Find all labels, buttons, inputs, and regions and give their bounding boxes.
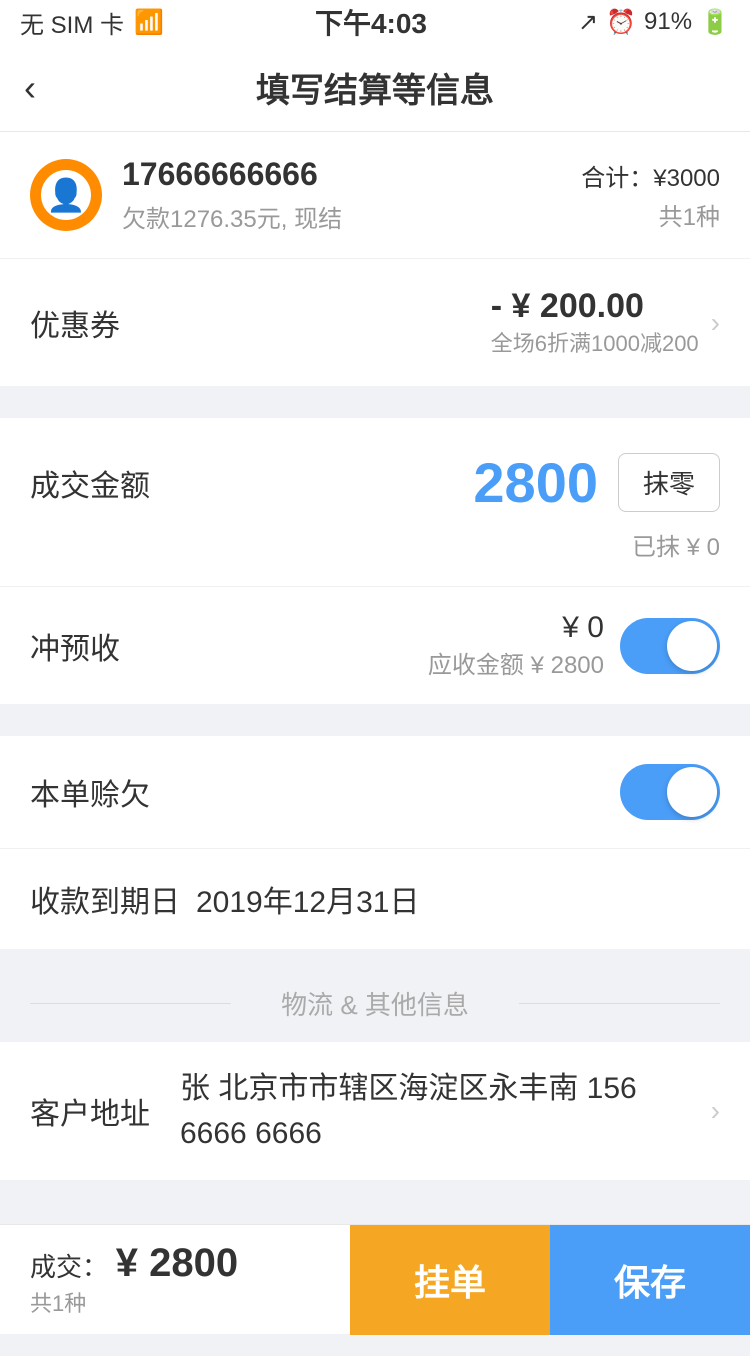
nav-bar: ‹ 填写结算等信息 <box>0 44 750 132</box>
prepay-row: 冲预收 ¥ 0 应收金额 ¥ 2800 <box>30 611 720 680</box>
prepay-value-area: ¥ 0 应收金额 ¥ 2800 <box>428 611 604 680</box>
logistics-divider: 物流 & 其他信息 <box>0 965 750 1042</box>
debt-toggle[interactable] <box>620 764 720 820</box>
bottom-summary-count: 共1种 <box>30 1286 320 1318</box>
logistics-line-left <box>30 1003 231 1004</box>
status-time: 下午4:03 <box>315 2 427 42</box>
duedate-label: 收款到期日 <box>30 877 180 921</box>
prepay-label: 冲预收 <box>30 624 120 668</box>
customer-debt: 欠款1276.35元, 现结 <box>122 199 342 234</box>
debt-section: 本单赊欠 <box>0 736 750 848</box>
debt-label: 本单赊欠 <box>30 770 150 814</box>
address-row[interactable]: 客户地址 张 北京市市辖区海淀区永丰南 156 6666 6666 › <box>0 1042 750 1180</box>
amount-value: 2800 <box>473 450 598 515</box>
content-area: 17666666666 欠款1276.35元, 现结 合计：¥3000 共1种 … <box>0 132 750 1356</box>
amount-section: 成交金额 2800 抹零 已抹 ¥ 0 <box>0 418 750 586</box>
debt-card: 本单赊欠 收款到期日 2019年12月31日 <box>0 736 750 949</box>
alarm-icon: ⏰ <box>606 8 636 37</box>
page-title: 填写结算等信息 <box>256 63 494 112</box>
prepay-right: ¥ 0 应收金额 ¥ 2800 <box>428 611 720 680</box>
amount-erased-label: 已抹 ¥ 0 <box>632 534 720 561</box>
round-button[interactable]: 抹零 <box>618 453 720 512</box>
prepay-toggle[interactable] <box>620 618 720 674</box>
amount-card: 成交金额 2800 抹零 已抹 ¥ 0 冲预收 ¥ 0 应收金额 ¥ 2800 <box>0 418 750 704</box>
coupon-desc: 全场6折满1000减200 <box>491 326 699 358</box>
bottom-summary-title: 成交： <box>30 1252 108 1282</box>
coupon-label: 优惠券 <box>30 301 120 345</box>
toggle-knob <box>667 621 717 671</box>
logistics-line-right <box>519 1003 720 1004</box>
customer-right: 合计：¥3000 共1种 <box>581 158 720 232</box>
total-count: 共1种 <box>581 197 720 232</box>
battery-label: 91% <box>644 8 692 36</box>
amount-label: 成交金额 <box>30 461 150 505</box>
wifi-icon: 📶 <box>134 8 164 37</box>
customer-phone: 17666666666 <box>122 156 342 193</box>
prepay-receivable: 应收金额 ¥ 2800 <box>428 645 604 680</box>
back-button[interactable]: ‹ <box>24 67 36 109</box>
address-chevron-icon: › <box>711 1095 720 1127</box>
address-value: 张 北京市市辖区海淀区永丰南 156 6666 6666 <box>180 1066 699 1156</box>
customer-row: 17666666666 欠款1276.35元, 现结 合计：¥3000 共1种 <box>0 132 750 258</box>
save-button[interactable]: 保存 <box>550 1225 750 1335</box>
coupon-chevron-icon: › <box>711 307 720 339</box>
bottom-bar: 成交： ¥ 2800 共1种 挂单 保存 <box>0 1224 750 1334</box>
bottom-summary-amount: ¥ 2800 <box>116 1241 238 1285</box>
address-card: 客户地址 张 北京市市辖区海淀区永丰南 156 6666 6666 › <box>0 1042 750 1180</box>
section-divider-2 <box>0 720 750 736</box>
bottom-summary: 成交： ¥ 2800 共1种 <box>0 1241 350 1318</box>
coupon-row[interactable]: 优惠券 - ¥ 200.00 全场6折满1000减200 › <box>0 258 750 386</box>
coupon-discount: - ¥ 200.00 <box>491 287 699 326</box>
prepay-section: 冲预收 ¥ 0 应收金额 ¥ 2800 <box>0 586 750 704</box>
amount-value-area: 2800 抹零 <box>473 450 720 515</box>
location-icon: ↗ <box>578 8 598 37</box>
logistics-label: 物流 & 其他信息 <box>281 985 469 1022</box>
debt-toggle-knob <box>667 767 717 817</box>
status-bar: 无 SIM 卡 📶 下午4:03 ↗ ⏰ 91% 🔋 <box>0 0 750 44</box>
section-divider-1 <box>0 402 750 418</box>
prepay-value: ¥ 0 <box>428 611 604 645</box>
duedate-section: 收款到期日 2019年12月31日 <box>0 848 750 949</box>
customer-left: 17666666666 欠款1276.35元, 现结 <box>30 156 342 234</box>
hold-button[interactable]: 挂单 <box>350 1225 550 1335</box>
status-left: 无 SIM 卡 📶 <box>20 5 164 40</box>
customer-card: 17666666666 欠款1276.35元, 现结 合计：¥3000 共1种 … <box>0 132 750 386</box>
address-label: 客户地址 <box>30 1089 150 1133</box>
status-right: ↗ ⏰ 91% 🔋 <box>578 8 730 37</box>
total-label: 合计：¥3000 <box>581 158 720 193</box>
duedate-value: 2019年12月31日 <box>196 877 419 921</box>
battery-icon: 🔋 <box>700 8 730 37</box>
avatar-icon <box>41 170 91 220</box>
bottom-summary-row: 成交： ¥ 2800 <box>30 1241 320 1286</box>
customer-info: 17666666666 欠款1276.35元, 现结 <box>122 156 342 234</box>
amount-row: 成交金额 2800 抹零 <box>30 442 720 523</box>
coupon-right: - ¥ 200.00 全场6折满1000减200 › <box>491 287 720 358</box>
sim-text: 无 SIM 卡 <box>20 5 124 40</box>
avatar <box>30 159 102 231</box>
